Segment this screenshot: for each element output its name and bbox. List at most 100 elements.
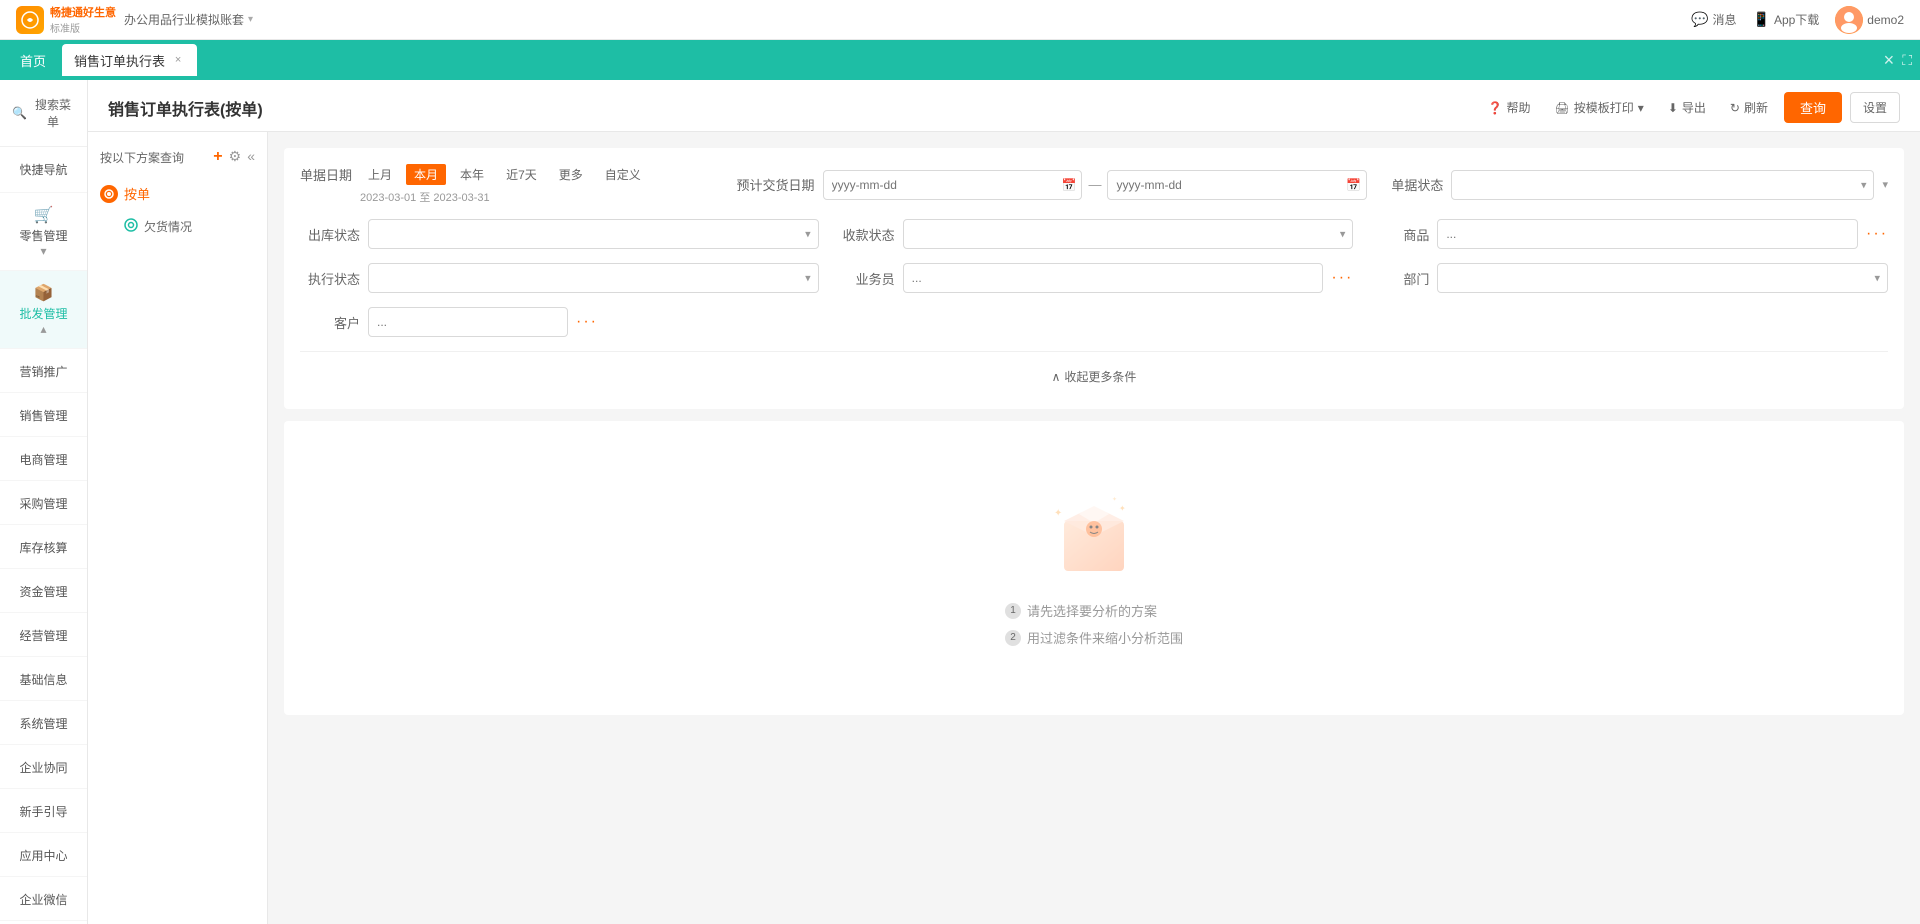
payment-status-select[interactable] (903, 219, 1354, 249)
svg-text:✦: ✦ (1112, 496, 1117, 503)
collapse-panel-icon[interactable]: « (247, 148, 255, 166)
sidebar-item-guide[interactable]: 新手引导 (0, 789, 87, 833)
dept-label: 部门 (1369, 269, 1429, 288)
tab-bar: 首页 销售订单执行表 × × ⛶ (0, 40, 1920, 80)
sub-scheme-icon (124, 218, 138, 235)
goods-label: 商品 (1369, 225, 1429, 244)
tab-bar-actions: × ⛶ (1884, 50, 1912, 71)
sidebar-item-wholesale[interactable]: 📦 批发管理 ▴ (0, 271, 87, 349)
add-scheme-button[interactable]: + (213, 148, 222, 166)
search-menu-button[interactable]: 🔍 搜索菜单 (8, 90, 79, 136)
expected-date-end-input[interactable] (1107, 170, 1367, 200)
ship-status-select-wrap (368, 219, 819, 249)
empty-tip-2: 2 用过滤条件来缩小分析范围 (1005, 628, 1183, 647)
help-icon: ❓ (1488, 101, 1503, 115)
sidebar-item-operations[interactable]: 经营管理 (0, 613, 87, 657)
tab-home[interactable]: 首页 (8, 44, 58, 76)
expected-date-label: 预计交货日期 (737, 175, 815, 194)
date-tab-more[interactable]: 更多 (551, 164, 591, 185)
tab-bar-close-btn[interactable]: × (1884, 50, 1895, 71)
sidebar-item-app-center[interactable]: 应用中心 (0, 833, 87, 877)
customer-more-dots[interactable]: ··· (576, 313, 598, 331)
logo-text: 畅捷通好生意 标准版 (50, 4, 116, 35)
scheme-item-按单[interactable]: 按单 (88, 176, 267, 211)
left-panel-header: 按以下方案查询 + ⚙ « (88, 142, 267, 172)
export-button[interactable]: ⬇ 导出 (1660, 95, 1714, 120)
date-tabs: 上月 本月 本年 近7天 更多 自定义 (360, 164, 649, 185)
filter-row-1: 单据日期 上月 本月 本年 近7天 更多 自定义 2023 (300, 164, 1888, 205)
tab-sales-order[interactable]: 销售订单执行表 × (62, 44, 197, 76)
tip1-text: 请先选择要分析的方案 (1027, 601, 1157, 620)
template-print-button[interactable]: 🖨 按模板打印 ▾ (1547, 95, 1652, 120)
goods-input[interactable] (1437, 219, 1858, 249)
goods-more-dots[interactable]: ··· (1866, 225, 1888, 243)
sidebar-item-system[interactable]: 系统管理 (0, 701, 87, 745)
top-header: 畅捷通好生意 标准版 办公用品行业模拟账套 ▾ 💬 消息 📱 App下载 dem… (0, 0, 1920, 40)
message-action[interactable]: 💬 消息 (1691, 11, 1736, 28)
date-tab-last-7[interactable]: 近7天 (498, 164, 545, 185)
query-button[interactable]: 查询 (1784, 92, 1842, 123)
filter-salesperson-item: 业务员 ··· (835, 263, 1354, 293)
payment-status-select-wrap (903, 219, 1354, 249)
user-action[interactable]: demo2 (1835, 6, 1904, 34)
refresh-icon: ↻ (1730, 101, 1740, 115)
empty-tips: 1 请先选择要分析的方案 2 用过滤条件来缩小分析范围 (1005, 601, 1183, 655)
settings-scheme-icon[interactable]: ⚙ (229, 148, 242, 166)
page-actions: ❓ 帮助 🖨 按模板打印 ▾ ⬇ 导出 ↻ 刷新 (1480, 92, 1900, 123)
sidebar-item-retail[interactable]: 🛒 零售管理 ▾ (0, 193, 87, 271)
collapse-more-button[interactable]: ∧ 收起更多条件 (300, 360, 1888, 393)
sidebar-item-ecommerce[interactable]: 电商管理 (0, 437, 87, 481)
filter-date-item: 单据日期 上月 本月 本年 近7天 更多 自定义 2023 (300, 164, 721, 205)
logo-area: 畅捷通好生意 标准版 (16, 4, 116, 35)
filter-row-3: 执行状态 业务员 ··· 部门 (300, 263, 1888, 293)
sidebar: 🔍 搜索菜单 快捷导航 🛒 零售管理 ▾ 📦 批发管理 ▴ 营销推广 销售管理 … (0, 80, 88, 924)
empty-tip-1: 1 请先选择要分析的方案 (1005, 601, 1183, 620)
sidebar-item-quick-nav[interactable]: 快捷导航 (0, 151, 87, 188)
exec-status-label: 执行状态 (300, 269, 360, 288)
date-tab-this-year[interactable]: 本年 (452, 164, 492, 185)
expected-date-start-input[interactable] (823, 170, 1083, 200)
help-button[interactable]: ❓ 帮助 (1480, 95, 1539, 120)
content-area: 销售订单执行表(按单) ❓ 帮助 🖨 按模板打印 ▾ ⬇ 导出 (88, 80, 1920, 924)
sidebar-item-basic[interactable]: 基础信息 (0, 657, 87, 701)
filter-row-2: 出库状态 收款状态 商品 (300, 219, 1888, 249)
sidebar-item-inventory[interactable]: 库存核算 (0, 525, 87, 569)
dept-select[interactable] (1437, 263, 1888, 293)
sidebar-item-enterprise[interactable]: 企业协同 (0, 745, 87, 789)
refresh-button[interactable]: ↻ 刷新 (1722, 95, 1776, 120)
date-tab-last-month[interactable]: 上月 (360, 164, 400, 185)
sidebar-item-finance[interactable]: 资金管理 (0, 569, 87, 613)
sidebar-item-purchase[interactable]: 采购管理 (0, 481, 87, 525)
filter-dept-item: 部门 (1369, 263, 1888, 293)
ship-status-select[interactable] (368, 219, 819, 249)
date-tab-this-month[interactable]: 本月 (406, 164, 446, 185)
filter-expected-date-item: 预计交货日期 — (737, 170, 1368, 200)
filter-customer-item: 客户 ··· (300, 307, 598, 337)
order-status-select[interactable] (1451, 170, 1874, 200)
customer-input[interactable] (368, 307, 568, 337)
filter-order-status-item: 单据状态 ▾ (1383, 170, 1888, 200)
salesperson-more-dots[interactable]: ··· (1331, 269, 1353, 287)
date-label: 单据日期 (300, 165, 352, 184)
exec-status-select[interactable] (368, 263, 819, 293)
inner-panel: 按以下方案查询 + ⚙ « 按单 (88, 132, 1920, 924)
filter-card: 单据日期 上月 本月 本年 近7天 更多 自定义 2023 (284, 148, 1904, 409)
tab-bar-expand-btn[interactable]: ⛶ (1902, 50, 1912, 71)
scheme-sub-欠货情况[interactable]: 欠货情况 (88, 211, 267, 242)
tab-close-icon[interactable]: × (171, 53, 185, 67)
exec-status-select-wrap (368, 263, 819, 293)
avatar (1835, 6, 1863, 34)
sidebar-item-sales[interactable]: 销售管理 (0, 393, 87, 437)
left-panel: 按以下方案查询 + ⚙ « 按单 (88, 132, 268, 924)
settings-button[interactable]: 设置 (1850, 92, 1900, 123)
date-tab-custom[interactable]: 自定义 (597, 164, 649, 185)
svg-text:✦: ✦ (1119, 504, 1126, 513)
tip1-num: 1 (1005, 603, 1021, 619)
print-icon: 🖨 (1555, 101, 1570, 115)
breadcrumb[interactable]: 办公用品行业模拟账套 ▾ (124, 11, 253, 28)
expected-date-end-wrap (1107, 170, 1367, 200)
sidebar-item-wechat[interactable]: 企业微信 (0, 877, 87, 921)
sidebar-item-marketing[interactable]: 营销推广 (0, 349, 87, 393)
app-download-action[interactable]: 📱 App下载 (1753, 11, 1820, 28)
salesperson-input[interactable] (903, 263, 1324, 293)
